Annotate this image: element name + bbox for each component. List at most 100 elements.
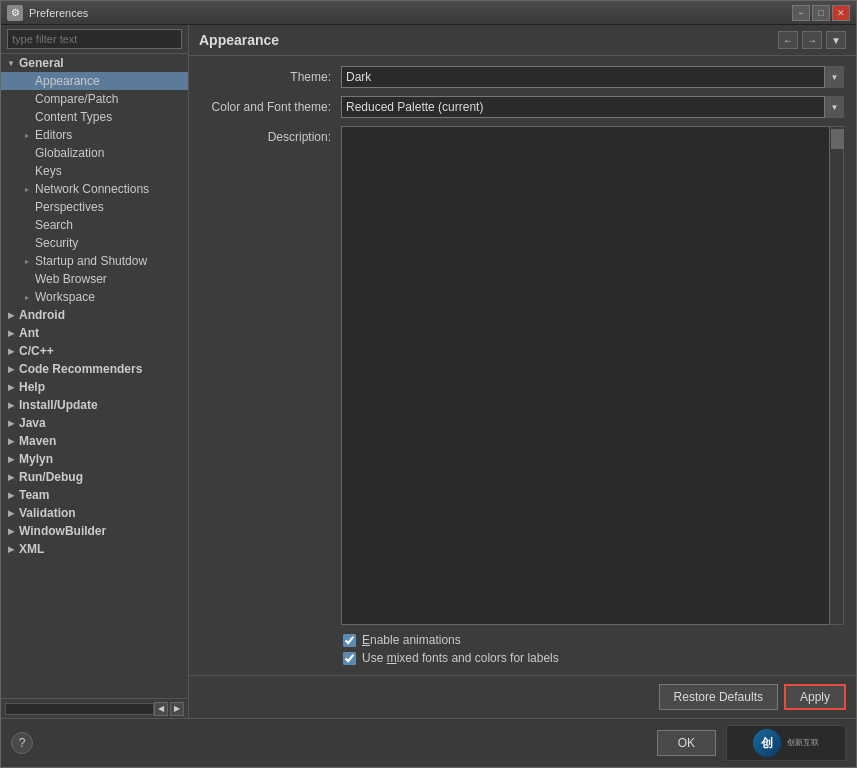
tree-arrow-icon: ▶ bbox=[5, 345, 17, 357]
sidebar-item-install-update[interactable]: ▶Install/Update bbox=[1, 396, 188, 414]
description-textarea bbox=[341, 126, 830, 625]
filter-input[interactable] bbox=[7, 29, 182, 49]
minimize-button[interactable]: − bbox=[792, 5, 810, 21]
close-button[interactable]: ✕ bbox=[832, 5, 850, 21]
sidebar-item-label: Appearance bbox=[35, 74, 100, 88]
sidebar-item-label: Validation bbox=[19, 506, 76, 520]
navigation-buttons: ← → ▼ bbox=[778, 31, 846, 49]
sidebar-item-compare-patch[interactable]: Compare/Patch bbox=[1, 90, 188, 108]
sidebar-scroll-arrows: ◀ ▶ bbox=[154, 702, 184, 716]
sidebar-tree: ▼General Appearance Compare/Patch Content T… bbox=[1, 54, 188, 698]
tree-dot-icon: ▸ bbox=[21, 293, 33, 302]
apply-button[interactable]: Apply bbox=[784, 684, 846, 710]
sidebar-item-run-debug[interactable]: ▶Run/Debug bbox=[1, 468, 188, 486]
settings-panel: Appearance ← → ▼ Theme: Dark Light Class… bbox=[189, 25, 856, 718]
sidebar-item-label: Java bbox=[19, 416, 46, 430]
enable-animations-label: Enable animations bbox=[362, 633, 461, 647]
theme-label: Theme: bbox=[201, 70, 331, 84]
sidebar-item-windowbuilder[interactable]: ▶WindowBuilder bbox=[1, 522, 188, 540]
color-font-select-wrapper: Reduced Palette (current) Default High C… bbox=[341, 96, 844, 118]
forward-button[interactable]: → bbox=[802, 31, 822, 49]
logo-text: 创新互联 bbox=[787, 738, 819, 748]
panel-header: Appearance ← → ▼ bbox=[189, 25, 856, 56]
tree-arrow-icon: ▶ bbox=[5, 327, 17, 339]
tree-arrow-icon: ▶ bbox=[5, 381, 17, 393]
sidebar-item-help[interactable]: ▶Help bbox=[1, 378, 188, 396]
sidebar-item-label: Network Connections bbox=[35, 182, 149, 196]
ok-button[interactable]: OK bbox=[657, 730, 716, 756]
sidebar-item-label: Mylyn bbox=[19, 452, 53, 466]
sidebar-item-label: Run/Debug bbox=[19, 470, 83, 484]
description-scrollbar[interactable] bbox=[830, 126, 844, 625]
tree-arrow-icon: ▶ bbox=[5, 543, 17, 555]
theme-select[interactable]: Dark Light Classic High Contrast bbox=[341, 66, 844, 88]
color-font-select[interactable]: Reduced Palette (current) Default High C… bbox=[341, 96, 844, 118]
sidebar-item-label: Ant bbox=[19, 326, 39, 340]
description-textarea-wrapper bbox=[341, 126, 844, 625]
sidebar-bottom: ◀ ▶ bbox=[1, 698, 188, 718]
back-button[interactable]: ← bbox=[778, 31, 798, 49]
color-font-label: Color and Font theme: bbox=[201, 100, 331, 114]
tree-arrow-icon: ▼ bbox=[5, 57, 17, 69]
window-icon: ⚙ bbox=[7, 5, 23, 21]
sidebar-item-label: Workspace bbox=[35, 290, 95, 304]
help-button[interactable]: ? bbox=[11, 732, 33, 754]
sidebar-item-startup-shutdown[interactable]: ▸Startup and Shutdow bbox=[1, 252, 188, 270]
sidebar-item-android[interactable]: ▶Android bbox=[1, 306, 188, 324]
sidebar-item-label: Code Recommenders bbox=[19, 362, 142, 376]
mixed-fonts-checkbox[interactable] bbox=[343, 652, 356, 665]
sidebar-item-xml[interactable]: ▶XML bbox=[1, 540, 188, 558]
tree-dot-icon: ▸ bbox=[21, 131, 33, 140]
sidebar-item-editors[interactable]: ▸Editors bbox=[1, 126, 188, 144]
sidebar: ▼General Appearance Compare/Patch Content T… bbox=[1, 25, 189, 718]
tree-arrow-icon: ▶ bbox=[5, 435, 17, 447]
sidebar-item-mylyn[interactable]: ▶Mylyn bbox=[1, 450, 188, 468]
description-box: Description: bbox=[201, 126, 844, 625]
nav-menu-button[interactable]: ▼ bbox=[826, 31, 846, 49]
sidebar-item-network-connections[interactable]: ▸Network Connections bbox=[1, 180, 188, 198]
description-label: Description: bbox=[201, 126, 331, 625]
sidebar-item-ant[interactable]: ▶Ant bbox=[1, 324, 188, 342]
sidebar-item-label: Team bbox=[19, 488, 49, 502]
sidebar-item-globalization[interactable]: Globalization bbox=[1, 144, 188, 162]
sidebar-item-security[interactable]: Security bbox=[1, 234, 188, 252]
sidebar-item-label: Editors bbox=[35, 128, 72, 142]
window-controls: − □ ✕ bbox=[792, 5, 850, 21]
sidebar-item-label: XML bbox=[19, 542, 44, 556]
sidebar-item-label: Keys bbox=[35, 164, 62, 178]
maximize-button[interactable]: □ bbox=[812, 5, 830, 21]
sidebar-horizontal-scrollbar[interactable] bbox=[5, 703, 154, 715]
sidebar-item-perspectives[interactable]: Perspectives bbox=[1, 198, 188, 216]
main-content-area: ▼General Appearance Compare/Patch Content T… bbox=[1, 25, 856, 718]
sidebar-item-code-recommenders[interactable]: ▶Code Recommenders bbox=[1, 360, 188, 378]
sidebar-item-validation[interactable]: ▶Validation bbox=[1, 504, 188, 522]
panel-content: Theme: Dark Light Classic High Contrast … bbox=[189, 56, 856, 675]
sidebar-item-java[interactable]: ▶Java bbox=[1, 414, 188, 432]
sidebar-item-workspace[interactable]: ▸Workspace bbox=[1, 288, 188, 306]
tree-arrow-icon: ▶ bbox=[5, 489, 17, 501]
sidebar-item-team[interactable]: ▶Team bbox=[1, 486, 188, 504]
brand-logo: 创 创新互联 bbox=[726, 725, 846, 761]
sidebar-item-maven[interactable]: ▶Maven bbox=[1, 432, 188, 450]
sidebar-item-label: Content Types bbox=[35, 110, 112, 124]
tree-arrow-icon: ▶ bbox=[5, 363, 17, 375]
sidebar-scroll-left[interactable]: ◀ bbox=[154, 702, 168, 716]
tree-arrow-icon: ▶ bbox=[5, 399, 17, 411]
theme-row: Theme: Dark Light Classic High Contrast … bbox=[201, 66, 844, 88]
panel-title: Appearance bbox=[199, 32, 778, 48]
sidebar-item-appearance[interactable]: Appearance bbox=[1, 72, 188, 90]
sidebar-item-c-cpp[interactable]: ▶C/C++ bbox=[1, 342, 188, 360]
sidebar-item-keys[interactable]: Keys bbox=[1, 162, 188, 180]
sidebar-item-search[interactable]: Search bbox=[1, 216, 188, 234]
restore-defaults-button[interactable]: Restore Defaults bbox=[659, 684, 778, 710]
tree-arrow-icon: ▶ bbox=[5, 471, 17, 483]
enable-animations-checkbox[interactable] bbox=[343, 634, 356, 647]
mixed-fonts-label: Use mixed fonts and colors for labels bbox=[362, 651, 559, 665]
tree-arrow-icon: ▶ bbox=[5, 507, 17, 519]
sidebar-item-content-types[interactable]: Content Types bbox=[1, 108, 188, 126]
sidebar-item-label: Web Browser bbox=[35, 272, 107, 286]
sidebar-scroll-right[interactable]: ▶ bbox=[170, 702, 184, 716]
sidebar-item-web-browser[interactable]: Web Browser bbox=[1, 270, 188, 288]
sidebar-item-label: Search bbox=[35, 218, 73, 232]
sidebar-item-general[interactable]: ▼General bbox=[1, 54, 188, 72]
